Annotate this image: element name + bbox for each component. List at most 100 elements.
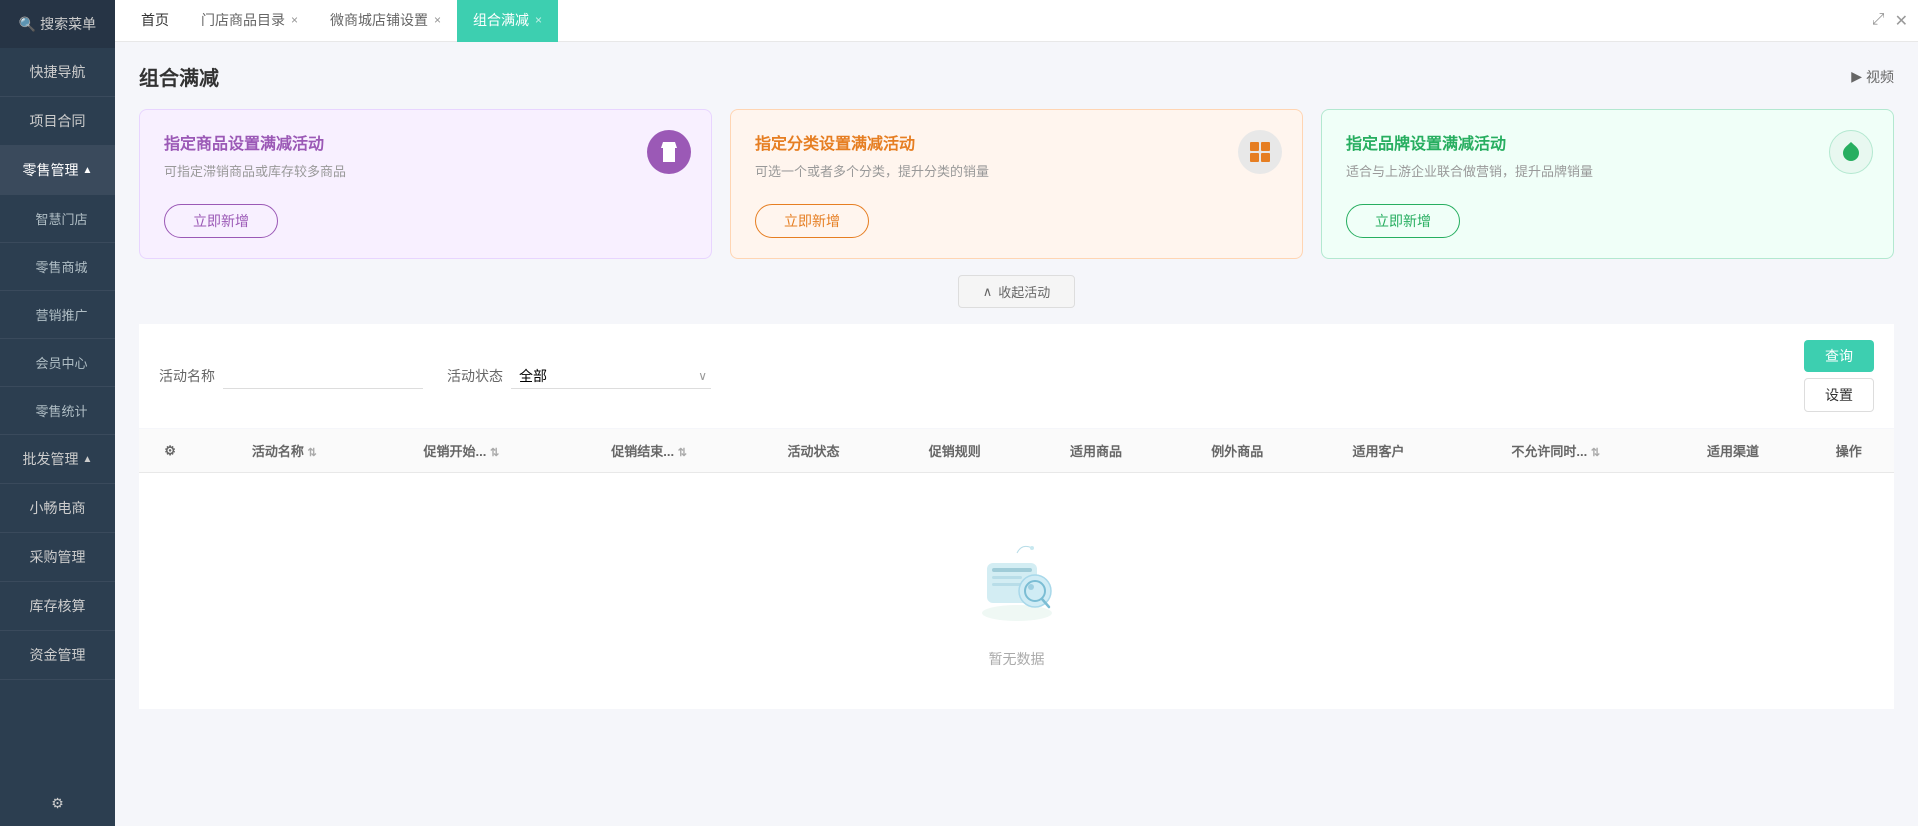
play-icon: ▶: [1851, 68, 1862, 85]
collapse-label: 收起活动: [998, 282, 1050, 301]
sidebar-item-funds-mgmt[interactable]: 资金管理: [0, 631, 115, 680]
activity-name-filter: 活动名称: [159, 364, 423, 389]
card-desc: 适合与上游企业联合做营销，提升品牌销量: [1346, 162, 1869, 182]
sidebar-item-label: 零售统计: [35, 404, 87, 419]
sidebar-item-member-center[interactable]: 会员中心: [0, 339, 115, 387]
tab-wechat-store[interactable]: 微商城店铺设置×: [314, 0, 457, 42]
sidebar-item-wholesale-mgmt[interactable]: 批发管理 ▲: [0, 435, 115, 484]
collapse-icon: ∧: [983, 284, 993, 300]
settings-button[interactable]: 设置: [1804, 378, 1874, 412]
collapse-button[interactable]: ∧ 收起活动: [958, 275, 1076, 308]
gear-icon[interactable]: ⚙: [164, 443, 176, 458]
tab-label: 门店商品目录: [201, 10, 285, 30]
sidebar-item-retail-mall[interactable]: 零售商城: [0, 243, 115, 291]
col-gear: ⚙: [139, 429, 201, 473]
sidebar-item-label: 快捷导航: [30, 64, 86, 80]
sidebar: 🔍 搜索菜单 快捷导航项目合同零售管理 ▲ 智慧门店零售商城营销推广会员中心零售统计…: [0, 0, 115, 826]
promo-cards-row: 指定商品设置满减活动 可指定滞销商品或库存较多商品 立即新增 指定分类设置满减活…: [139, 109, 1894, 259]
sidebar-item-label: 会员中心: [35, 356, 87, 371]
sidebar-footer-gear[interactable]: ⚙: [0, 781, 115, 826]
card-title: 指定商品设置满减活动: [164, 130, 687, 154]
col-activity-name[interactable]: 活动名称 ⇅: [201, 429, 367, 473]
col-operation: 操作: [1804, 429, 1894, 473]
empty-text: 暂无数据: [989, 649, 1045, 669]
sidebar-item-project-contract[interactable]: 项目合同: [0, 97, 115, 146]
card-desc: 可选一个或者多个分类，提升分类的销量: [755, 162, 1278, 182]
card-title: 指定品牌设置满减活动: [1346, 130, 1869, 154]
sidebar-item-label: 智慧门店: [35, 212, 87, 227]
video-label: 视频: [1866, 67, 1894, 87]
sidebar-item-label: 采购管理: [30, 549, 86, 565]
data-table: ⚙ 活动名称 ⇅促销开始... ⇅促销结束... ⇅活动状态促销规则适用商品例外商…: [139, 429, 1894, 473]
sidebar-item-xiaochange[interactable]: 小畅电商: [0, 484, 115, 533]
col-activity-status: 活动状态: [743, 429, 884, 473]
sidebar-item-label: 零售商城: [35, 260, 87, 275]
sidebar-item-label: 库存核算: [30, 598, 86, 614]
col-not-allow-concurrent[interactable]: 不允许同时... ⇅: [1449, 429, 1662, 473]
collapse-bar: ∧ 收起活动: [139, 275, 1894, 308]
sidebar-item-inventory-calc[interactable]: 库存核算: [0, 582, 115, 631]
activity-status-select-wrapper: 全部进行中未开始已结束 ∨: [511, 364, 711, 389]
activity-name-input[interactable]: [223, 364, 423, 389]
sidebar-item-quick-nav[interactable]: 快捷导航: [0, 48, 115, 97]
close-window-icon[interactable]: ✕: [1895, 11, 1908, 31]
tab-label: 首页: [141, 10, 169, 30]
sidebar-item-label: 批发管理: [23, 449, 79, 469]
sidebar-search-label: 搜索菜单: [40, 16, 96, 32]
tab-close-icon[interactable]: ×: [434, 13, 441, 27]
sort-icon: ⇅: [678, 447, 687, 459]
promo-card-category-promo: 指定分类设置满减活动 可选一个或者多个分类，提升分类的销量 立即新增: [730, 109, 1303, 259]
tab-close-icon[interactable]: ×: [291, 13, 298, 27]
query-button[interactable]: 查询: [1804, 340, 1874, 372]
sort-icon: ⇅: [1591, 447, 1600, 459]
sidebar-search[interactable]: 🔍 搜索菜单: [0, 0, 115, 48]
card-desc: 可指定滞销商品或库存较多商品: [164, 162, 687, 182]
tab-store-catalog[interactable]: 门店商品目录 ×: [185, 0, 314, 42]
sidebar-item-retail-stats[interactable]: 零售统计: [0, 387, 115, 435]
sort-icon: ⇅: [308, 447, 317, 459]
add-btn-brand-promo[interactable]: 立即新增: [1346, 204, 1460, 238]
sidebar-item-retail-mgmt[interactable]: 零售管理 ▲: [0, 146, 115, 195]
video-link[interactable]: ▶ 视频: [1851, 67, 1894, 87]
activity-status-label: 活动状态: [447, 366, 503, 386]
main-area: 首页门店商品目录×微商城店铺设置×组合满减× ⤢ ✕ 组合满减 ▶ 视频 指定商…: [115, 0, 1918, 826]
empty-illustration: [967, 533, 1067, 633]
promo-card-product-promo: 指定商品设置满减活动 可指定滞销商品或库存较多商品 立即新增: [139, 109, 712, 259]
sidebar-item-label: 零售管理: [23, 160, 79, 180]
col-promo-rules: 促销规则: [884, 429, 1025, 473]
tab-label: 组合满减: [473, 10, 529, 30]
col-promo-end[interactable]: 促销结束... ⇅: [555, 429, 743, 473]
page-title: 组合满减: [139, 62, 219, 91]
page-content: 组合满减 ▶ 视频 指定商品设置满减活动 可指定滞销商品或库存较多商品 立即新增…: [115, 42, 1918, 826]
activity-status-select[interactable]: 全部进行中未开始已结束: [511, 364, 711, 389]
sidebar-item-purchase-mgmt[interactable]: 采购管理: [0, 533, 115, 582]
card-title: 指定分类设置满减活动: [755, 130, 1278, 154]
arrow-icon: ▲: [83, 454, 93, 465]
tab-combo-discount[interactable]: 组合满减 ×: [457, 0, 558, 42]
add-btn-product-promo[interactable]: 立即新增: [164, 204, 278, 238]
activity-status-filter: 活动状态 全部进行中未开始已结束 ∨: [447, 364, 711, 389]
card-icon: [1238, 130, 1282, 174]
sidebar-item-label: 项目合同: [30, 113, 86, 129]
col-exception-goods: 例外商品: [1167, 429, 1308, 473]
resize-icon[interactable]: ⤢: [1872, 11, 1885, 31]
col-applicable-goods: 适用商品: [1025, 429, 1166, 473]
gear-icon: ⚙: [51, 795, 64, 811]
activity-name-label: 活动名称: [159, 366, 215, 386]
add-btn-category-promo[interactable]: 立即新增: [755, 204, 869, 238]
page-header: 组合满减 ▶ 视频: [139, 62, 1894, 91]
table-wrapper: ⚙ 活动名称 ⇅促销开始... ⇅促销结束... ⇅活动状态促销规则适用商品例外商…: [139, 429, 1894, 709]
promo-card-brand-promo: 指定品牌设置满减活动 适合与上游企业联合做营销，提升品牌销量 立即新增: [1321, 109, 1894, 259]
col-applicable-customer: 适用客户: [1308, 429, 1449, 473]
tab-close-icon[interactable]: ×: [535, 13, 542, 27]
tab-home[interactable]: 首页: [125, 0, 185, 42]
col-promo-start[interactable]: 促销开始... ⇅: [368, 429, 556, 473]
sidebar-item-label: 资金管理: [30, 647, 86, 663]
card-icon: [1829, 130, 1873, 174]
arrow-icon: ▲: [83, 165, 93, 176]
card-icon: [647, 130, 691, 174]
sidebar-item-smart-store[interactable]: 智慧门店: [0, 195, 115, 243]
sidebar-item-label: 营销推广: [35, 308, 87, 323]
sidebar-item-marketing[interactable]: 营销推广: [0, 291, 115, 339]
tabs-bar: 首页门店商品目录×微商城店铺设置×组合满减× ⤢ ✕: [115, 0, 1918, 42]
